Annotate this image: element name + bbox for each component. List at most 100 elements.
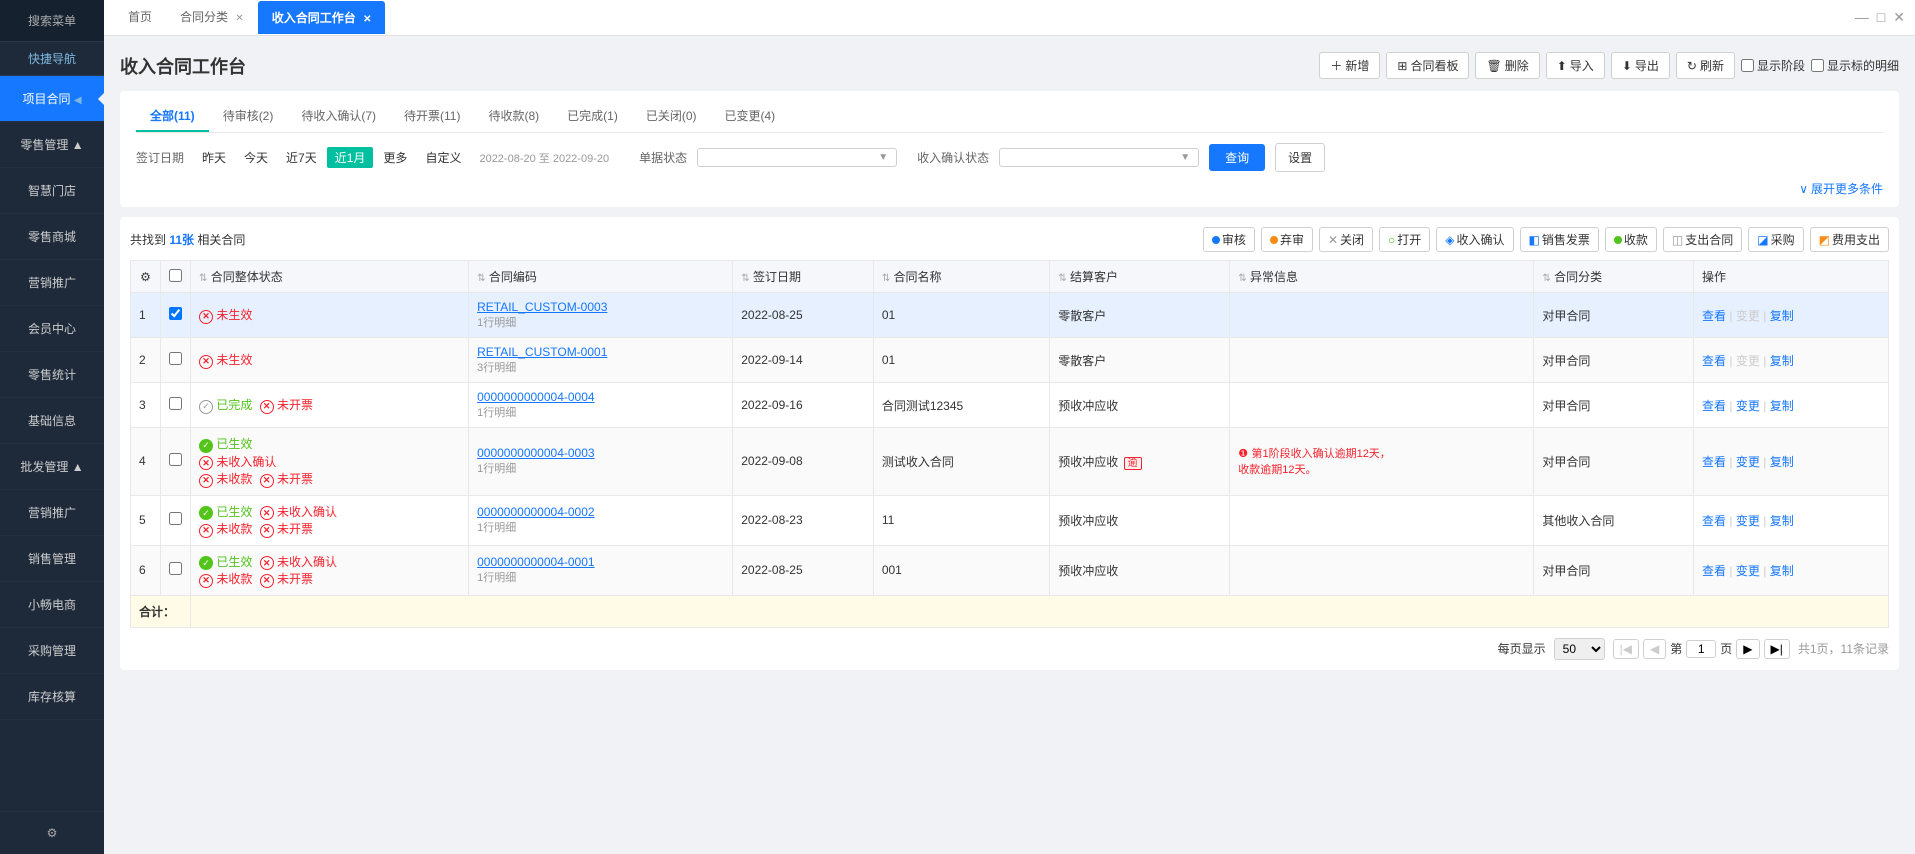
date-opt-last7[interactable]: 近7天	[278, 147, 325, 168]
tab-income-workbench[interactable]: 收入合同工作台 ✕	[258, 1, 386, 34]
sidebar-item-retail[interactable]: 零售管理 ▲	[0, 122, 104, 168]
contract-code-link[interactable]: 0000000000004-0004	[477, 390, 594, 404]
copy-action[interactable]: 复制	[1770, 455, 1794, 469]
filter-tab-changed[interactable]: 已变更(4)	[711, 101, 790, 132]
sidebar-settings[interactable]: ⚙	[0, 811, 104, 854]
sidebar-item-inventory[interactable]: 库存核算	[0, 674, 104, 720]
sidebar-item-sales[interactable]: 销售管理	[0, 536, 104, 582]
sidebar-item-retail-mall[interactable]: 零售商城	[0, 214, 104, 260]
view-action[interactable]: 查看	[1702, 309, 1726, 323]
set-button[interactable]: 设置	[1275, 143, 1325, 172]
abandon-btn[interactable]: 弃审	[1261, 227, 1313, 252]
contract-code-link[interactable]: 0000000000004-0003	[477, 446, 594, 460]
import-button[interactable]: ⬆ 导入	[1546, 52, 1605, 79]
view-action[interactable]: 查看	[1702, 399, 1726, 413]
add-button[interactable]: ＋ 新增	[1319, 52, 1380, 79]
row-checkbox-1[interactable]	[169, 307, 182, 320]
window-close[interactable]: ✕	[1893, 9, 1905, 26]
tab-close-contract-cat[interactable]: ✕	[235, 13, 243, 24]
review-btn[interactable]: 审核	[1203, 227, 1255, 252]
sort-name-icon[interactable]: ⇅	[882, 273, 890, 284]
sidebar-item-xiaochang[interactable]: 小畅电商	[0, 582, 104, 628]
sidebar-item-smart-store[interactable]: 智慧门店	[0, 168, 104, 214]
sidebar-item-member[interactable]: 会员中心	[0, 306, 104, 352]
filter-tab-closed[interactable]: 已关闭(0)	[632, 101, 711, 132]
expenditure-btn[interactable]: ◫ 支出合同	[1663, 227, 1742, 252]
date-opt-custom[interactable]: 自定义	[417, 147, 469, 168]
change-action[interactable]: 变更	[1736, 309, 1760, 323]
page-number-input[interactable]	[1686, 640, 1716, 658]
tab-home[interactable]: 首页	[114, 0, 166, 35]
purchase-btn[interactable]: ◪ 采购	[1748, 227, 1803, 252]
filter-tab-all[interactable]: 全部(11)	[136, 101, 209, 132]
sort-exception-icon[interactable]: ⇅	[1238, 273, 1246, 284]
sort-code-icon[interactable]: ⇅	[477, 273, 485, 284]
sidebar-item-marketing[interactable]: 营销推广	[0, 260, 104, 306]
contract-code-link[interactable]: 0000000000004-0002	[477, 505, 594, 519]
income-confirm-btn[interactable]: ◈ 收入确认	[1436, 227, 1513, 252]
sidebar-item-basic-info[interactable]: 基础信息	[0, 398, 104, 444]
expense-out-btn[interactable]: ◩ 费用支出	[1810, 227, 1889, 252]
close-btn[interactable]: ✕ 关闭	[1319, 227, 1373, 252]
row-checkbox-4[interactable]	[169, 453, 182, 466]
board-button[interactable]: ⊞ 合同看板	[1386, 52, 1469, 79]
filter-tab-pending-collection[interactable]: 待收款(8)	[474, 101, 553, 132]
collection-btn[interactable]: 收款	[1605, 227, 1657, 252]
change-action[interactable]: 变更	[1736, 514, 1760, 528]
first-page-btn[interactable]: |◀	[1613, 639, 1639, 659]
change-action[interactable]: 变更	[1736, 564, 1760, 578]
tab-close-income-workbench[interactable]: ✕	[363, 14, 371, 25]
contract-code-link[interactable]: RETAIL_CUSTOM-0003	[477, 300, 607, 314]
window-minimize[interactable]: —	[1855, 9, 1869, 26]
change-action[interactable]: 变更	[1736, 455, 1760, 469]
copy-action[interactable]: 复制	[1770, 514, 1794, 528]
export-button[interactable]: ⬇ 导出	[1611, 52, 1670, 79]
last-page-btn[interactable]: ▶|	[1764, 639, 1790, 659]
sidebar-item-marketing2[interactable]: 营销推广	[0, 490, 104, 536]
row-checkbox-6[interactable]	[169, 562, 182, 575]
row-checkbox-2[interactable]	[169, 352, 182, 365]
open-btn[interactable]: ○ 打开	[1379, 227, 1430, 252]
change-action[interactable]: 变更	[1736, 399, 1760, 413]
filter-tab-pending-review[interactable]: 待审核(2)	[209, 101, 288, 132]
date-opt-more[interactable]: 更多	[375, 147, 415, 168]
view-action[interactable]: 查看	[1702, 514, 1726, 528]
refresh-button[interactable]: ↻ 刷新	[1676, 52, 1735, 79]
window-maximize[interactable]: □	[1877, 9, 1885, 26]
income-confirm-select[interactable]: ▼	[999, 148, 1199, 167]
change-action[interactable]: 变更	[1736, 354, 1760, 368]
prev-page-btn[interactable]: ◀	[1643, 639, 1666, 659]
sales-invoice-btn[interactable]: ◧ 销售发票	[1520, 227, 1599, 252]
sort-date-icon[interactable]: ⇅	[741, 273, 749, 284]
copy-action[interactable]: 复制	[1770, 564, 1794, 578]
sidebar-search[interactable]: 搜索菜单	[0, 0, 104, 42]
delete-button[interactable]: 🗑 删除	[1475, 52, 1539, 79]
sidebar-item-retail-stats[interactable]: 零售统计	[0, 352, 104, 398]
date-opt-today[interactable]: 今天	[236, 147, 276, 168]
doc-status-select[interactable]: ▼	[697, 148, 897, 167]
view-action[interactable]: 查看	[1702, 564, 1726, 578]
filter-tab-completed[interactable]: 已完成(1)	[553, 101, 632, 132]
sidebar-item-purchase[interactable]: 采购管理	[0, 628, 104, 674]
filter-tab-pending-invoice[interactable]: 待开票(11)	[390, 101, 474, 132]
show-fields-checkbox[interactable]	[1741, 59, 1754, 72]
date-opt-yesterday[interactable]: 昨天	[194, 147, 234, 168]
sidebar-item-project[interactable]: 项目合同 ◀	[0, 76, 104, 122]
copy-action[interactable]: 复制	[1770, 399, 1794, 413]
sidebar-item-wholesale[interactable]: 批发管理 ▲	[0, 444, 104, 490]
page-size-select[interactable]: 50 20 100	[1554, 638, 1605, 660]
query-button[interactable]: 查询	[1209, 144, 1265, 171]
contract-code-link[interactable]: 0000000000004-0001	[477, 555, 594, 569]
sort-customer-icon[interactable]: ⇅	[1058, 273, 1066, 284]
select-all-checkbox[interactable]	[169, 269, 182, 282]
expand-more-button[interactable]: ∨ 展开更多条件	[1799, 180, 1883, 197]
show-fields-checkbox-label[interactable]: 显示阶段	[1741, 57, 1805, 74]
sort-overall-icon[interactable]: ⇅	[199, 273, 207, 284]
copy-action[interactable]: 复制	[1770, 309, 1794, 323]
date-opt-last1month[interactable]: 近1月	[327, 147, 374, 168]
row-checkbox-3[interactable]	[169, 397, 182, 410]
copy-action[interactable]: 复制	[1770, 354, 1794, 368]
next-page-btn[interactable]: ▶	[1736, 639, 1759, 659]
filter-tab-pending-confirm[interactable]: 待收入确认(7)	[287, 101, 390, 132]
sidebar-nav[interactable]: 快捷导航	[0, 42, 104, 76]
